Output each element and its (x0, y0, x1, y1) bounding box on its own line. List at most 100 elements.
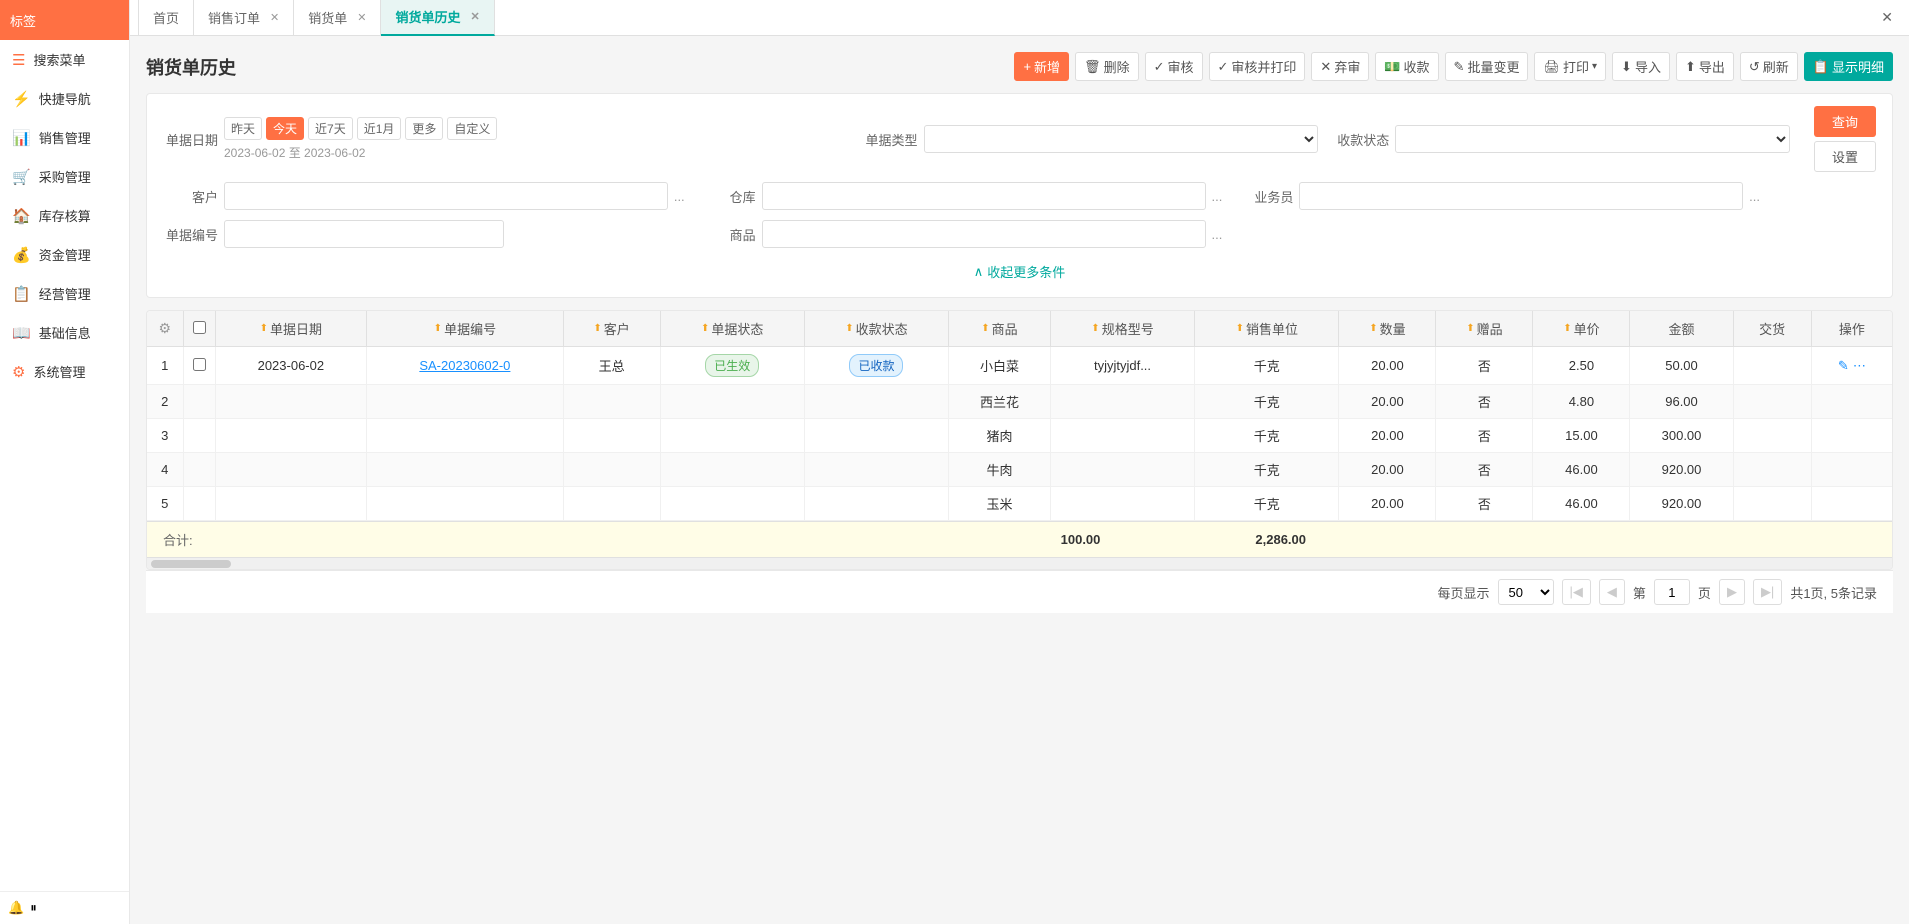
row-checkbox[interactable] (193, 358, 206, 371)
row-action-cell[interactable] (1811, 487, 1892, 521)
date-btn-7days[interactable]: 近7天 (308, 117, 353, 140)
print-button[interactable]: 🖨 打印 ▾ (1534, 52, 1606, 81)
refresh-button[interactable]: ↺ 刷新 (1740, 52, 1798, 81)
prev-page-button[interactable]: ◀ (1599, 579, 1625, 605)
row-doc-no-cell[interactable] (367, 419, 563, 453)
abandon-button[interactable]: ✕ 弃审 (1311, 52, 1369, 81)
sidebar-item-quick-nav[interactable]: ⚡ 快捷导航 (0, 79, 129, 118)
staff-dots-icon[interactable]: ... (1749, 189, 1760, 204)
close-sales-order-icon[interactable]: ✕ (270, 11, 279, 24)
sidebar-item-purchase-mgmt[interactable]: 🛒 采购管理 (0, 157, 129, 196)
col-customer-header[interactable]: ⬆ 客户 (563, 311, 660, 347)
next-page-button[interactable]: ▶ (1719, 579, 1745, 605)
query-button[interactable]: 查询 (1814, 106, 1876, 137)
row-checkbox-cell[interactable] (183, 453, 215, 487)
audit-print-button[interactable]: ✓ 审核并打印 (1209, 52, 1306, 81)
col-settings-header[interactable]: ⚙ (147, 311, 183, 347)
date-btn-more[interactable]: 更多 (405, 117, 443, 140)
row-checkbox-cell[interactable] (183, 419, 215, 453)
collect-status-sort[interactable]: ⬆ 收款状态 (813, 319, 940, 338)
collapse-button[interactable]: ∧ 收起更多条件 (163, 258, 1876, 285)
col-doc-no-header[interactable]: ⬆ 单据编号 (367, 311, 563, 347)
date-btn-custom[interactable]: 自定义 (447, 117, 497, 140)
doc-status-sort[interactable]: ⬆ 单据状态 (669, 319, 796, 338)
new-button[interactable]: + 新增 (1014, 52, 1069, 81)
tab-bar-close-icon[interactable]: ✕ (1873, 9, 1901, 26)
row-doc-no-cell[interactable] (367, 487, 563, 521)
import-button[interactable]: ⬇ 导入 (1612, 52, 1670, 81)
row-action-cell[interactable] (1811, 385, 1892, 419)
scroll-thumb[interactable] (151, 560, 231, 568)
delete-button[interactable]: 🗑 删除 (1075, 52, 1139, 81)
col-spec-header[interactable]: ⬆ 规格型号 (1050, 311, 1194, 347)
customer-sort[interactable]: ⬆ 客户 (572, 319, 652, 338)
unit-sort[interactable]: ⬆ 销售单位 (1203, 319, 1330, 338)
col-doc-status-header[interactable]: ⬆ 单据状态 (660, 311, 804, 347)
col-checkbox-header[interactable] (183, 311, 215, 347)
horizontal-scrollbar[interactable] (147, 557, 1892, 569)
select-all-checkbox[interactable] (193, 321, 206, 334)
goods-sort[interactable]: ⬆ 商品 (957, 319, 1042, 338)
collect-status-select[interactable] (1395, 125, 1790, 153)
tab-sales-order[interactable]: 销售订单 ✕ (194, 0, 294, 36)
first-page-button[interactable]: |◀ (1562, 579, 1591, 605)
per-page-select[interactable]: 50 100 200 (1498, 579, 1554, 605)
row-checkbox-cell[interactable] (183, 347, 215, 385)
tab-sales-delivery[interactable]: 销货单 ✕ (294, 0, 381, 36)
col-gift-header[interactable]: ⬆ 赠品 (1436, 311, 1533, 347)
sidebar-item-sys-mgmt[interactable]: ⚙ 系统管理 (0, 352, 129, 391)
col-unit-header[interactable]: ⬆ 销售单位 (1195, 311, 1339, 347)
price-sort[interactable]: ⬆ 单价 (1541, 319, 1621, 338)
batch-change-button[interactable]: ✎ 批量变更 (1445, 52, 1529, 81)
date-btn-yesterday[interactable]: 昨天 (224, 117, 262, 140)
row-action-cell[interactable] (1811, 453, 1892, 487)
sidebar-item-search-menu[interactable]: ☰ 搜索菜单 (0, 40, 129, 79)
sidebar-item-basic-info[interactable]: 📖 基础信息 (0, 313, 129, 352)
doc-date-sort[interactable]: ⬆ 单据日期 (224, 319, 359, 338)
row-doc-no-cell[interactable] (367, 385, 563, 419)
close-sales-delivery-icon[interactable]: ✕ (357, 11, 366, 24)
gear-icon[interactable]: ⚙ (158, 320, 171, 336)
notification-icon[interactable]: 🔔 (8, 900, 24, 916)
customer-dots-icon[interactable]: ... (674, 189, 685, 204)
col-goods-header[interactable]: ⬆ 商品 (949, 311, 1051, 347)
show-detail-button[interactable]: 📋 显示明细 (1804, 52, 1893, 81)
date-btn-today[interactable]: 今天 (266, 117, 304, 140)
sidebar-item-finance-mgmt[interactable]: 💰 资金管理 (0, 235, 129, 274)
warehouse-dots-icon[interactable]: ... (1212, 189, 1223, 204)
col-doc-date-header[interactable]: ⬆ 单据日期 (215, 311, 367, 347)
spec-sort[interactable]: ⬆ 规格型号 (1059, 319, 1186, 338)
doc-no-sort[interactable]: ⬆ 单据编号 (375, 319, 554, 338)
staff-input[interactable] (1299, 182, 1743, 210)
doc-type-select[interactable] (924, 125, 1319, 153)
more-icon[interactable]: ⋯ (1853, 358, 1866, 373)
export-button[interactable]: ⬆ 导出 (1676, 52, 1734, 81)
last-page-button[interactable]: ▶| (1753, 579, 1782, 605)
row-doc-no-cell[interactable]: SA-20230602-0 (367, 347, 563, 385)
warehouse-input[interactable] (762, 182, 1206, 210)
goods-dots-icon[interactable]: ... (1212, 227, 1223, 242)
row-action-cell[interactable]: ✎⋯ (1811, 347, 1892, 385)
docno-input[interactable] (224, 220, 504, 248)
page-number-input[interactable] (1654, 579, 1690, 605)
customer-input[interactable] (224, 182, 668, 210)
collect-button[interactable]: 💵 收款 (1375, 52, 1438, 81)
gift-sort[interactable]: ⬆ 赠品 (1444, 319, 1524, 338)
close-sales-history-icon[interactable]: ✕ (471, 10, 480, 23)
col-price-header[interactable]: ⬆ 单价 (1533, 311, 1630, 347)
sidebar-item-ops-mgmt[interactable]: 📋 经营管理 (0, 274, 129, 313)
row-doc-no-cell[interactable] (367, 453, 563, 487)
edit-icon[interactable]: ✎ (1838, 358, 1849, 373)
sidebar-item-sales-mgmt[interactable]: 📊 销售管理 (0, 118, 129, 157)
col-collect-status-header[interactable]: ⬆ 收款状态 (804, 311, 948, 347)
goods-input[interactable] (762, 220, 1206, 248)
row-checkbox-cell[interactable] (183, 385, 215, 419)
col-qty-header[interactable]: ⬆ 数量 (1339, 311, 1436, 347)
row-checkbox-cell[interactable] (183, 487, 215, 521)
setting-button[interactable]: 设置 (1814, 141, 1876, 172)
pause-icon[interactable]: ⏸ (30, 900, 37, 916)
tab-sales-history[interactable]: 销货单历史 ✕ (381, 0, 494, 36)
sidebar-item-inventory[interactable]: 🏠 库存核算 (0, 196, 129, 235)
audit-button[interactable]: ✓ 审核 (1145, 52, 1203, 81)
qty-sort[interactable]: ⬆ 数量 (1347, 319, 1427, 338)
